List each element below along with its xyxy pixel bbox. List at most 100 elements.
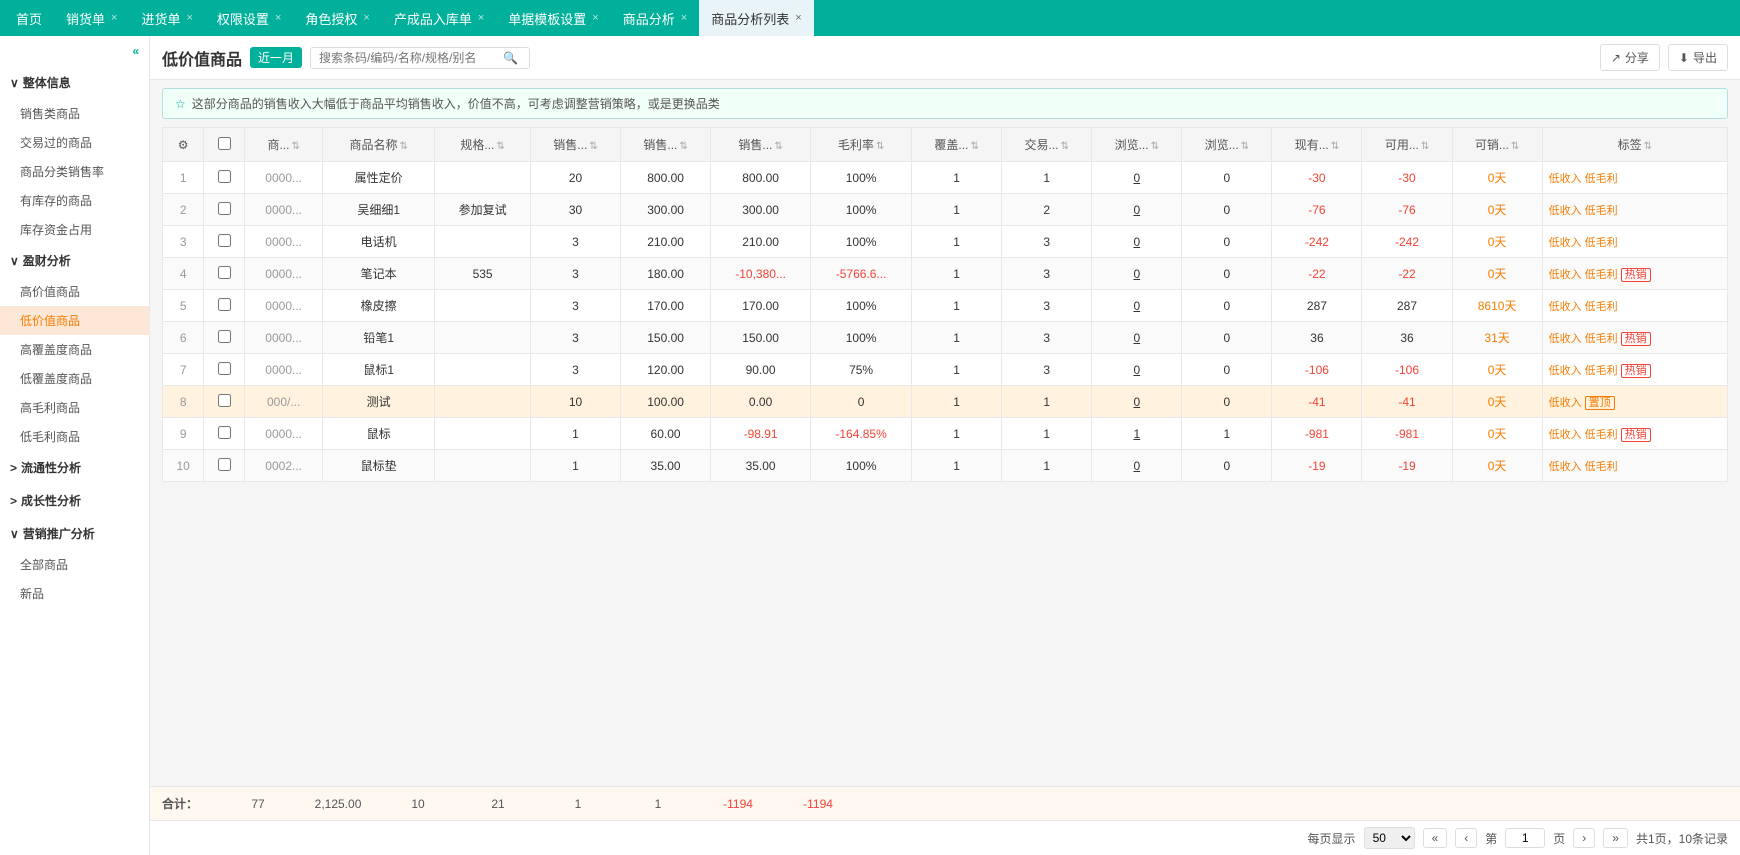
row-checkbox-cell[interactable] (204, 258, 245, 290)
sidebar-item-高价值商品[interactable]: 高价值商品 (0, 277, 149, 306)
views1-link[interactable]: 1 (1133, 427, 1140, 441)
row-checkbox[interactable] (218, 170, 231, 183)
search-input[interactable] (319, 51, 499, 65)
select-all-checkbox[interactable] (218, 137, 231, 150)
sidebar-collapse-btn[interactable]: « (0, 36, 149, 66)
nav-item-进货单[interactable]: 进货单× (129, 0, 204, 36)
views1[interactable]: 0 (1092, 258, 1182, 290)
sidebar-section-流通性分析[interactable]: > 流通性分析 (0, 451, 149, 484)
views1-link[interactable]: 0 (1133, 267, 1140, 281)
row-checkbox-cell[interactable] (204, 226, 245, 258)
row-checkbox-cell[interactable] (204, 322, 245, 354)
nav-item-商品分析[interactable]: 商品分析× (611, 0, 699, 36)
nav-item-角色授权[interactable]: 角色授权× (293, 0, 381, 36)
nav-close-icon[interactable]: × (478, 12, 484, 24)
sidebar-item-低价值商品[interactable]: 低价值商品 (0, 306, 149, 335)
sort-icon-tags[interactable]: ⇅ (1644, 141, 1652, 152)
col-header-saleable_stock[interactable]: 可销...⇅ (1452, 128, 1542, 162)
sidebar-item-高覆盖度商品[interactable]: 高覆盖度商品 (0, 335, 149, 364)
col-header-available_stock[interactable]: 可用...⇅ (1362, 128, 1452, 162)
sidebar-item-新品[interactable]: 新品 (0, 579, 149, 608)
views1-link[interactable]: 0 (1133, 331, 1140, 345)
sort-icon-coverage[interactable]: ⇅ (970, 141, 978, 152)
nav-close-icon[interactable]: × (363, 12, 369, 24)
per-page-select[interactable]: 50 100 (1364, 827, 1415, 849)
col-header-coverage[interactable]: 覆盖...⇅ (912, 128, 1002, 162)
col-header-gross_margin[interactable]: 毛利率⇅ (811, 128, 912, 162)
col-header-views1[interactable]: 浏览...⇅ (1092, 128, 1182, 162)
row-checkbox-cell[interactable] (204, 194, 245, 226)
sort-icon-views2[interactable]: ⇅ (1241, 141, 1249, 152)
nav-close-icon[interactable]: × (681, 12, 687, 24)
nav-close-icon[interactable]: × (275, 12, 281, 24)
page-input[interactable] (1505, 828, 1545, 848)
sidebar-item-有库存的商品[interactable]: 有库存的商品 (0, 186, 149, 215)
nav-close-icon[interactable]: × (592, 12, 598, 24)
views1-link[interactable]: 0 (1133, 171, 1140, 185)
col-header-transactions[interactable]: 交易...⇅ (1002, 128, 1092, 162)
views1-link[interactable]: 0 (1133, 363, 1140, 377)
sidebar-item-商品分类销售率[interactable]: 商品分类销售率 (0, 157, 149, 186)
nav-item-首页[interactable]: 首页 (4, 0, 54, 36)
sidebar-item-低覆盖度商品[interactable]: 低覆盖度商品 (0, 364, 149, 393)
row-checkbox-cell[interactable] (204, 162, 245, 194)
search-icon[interactable]: 🔍 (503, 51, 518, 65)
col-header-current_stock[interactable]: 现有...⇅ (1272, 128, 1362, 162)
sidebar-item-低毛利商品[interactable]: 低毛利商品 (0, 422, 149, 451)
col-header-checkbox[interactable] (204, 128, 245, 162)
sort-icon-code[interactable]: ⇅ (291, 141, 299, 152)
nav-item-商品分析列表[interactable]: 商品分析列表× (699, 0, 813, 36)
views1-link[interactable]: 0 (1133, 459, 1140, 473)
col-header-settings[interactable]: ⚙ (163, 128, 204, 162)
nav-close-icon[interactable]: × (186, 12, 192, 24)
row-checkbox-cell[interactable] (204, 450, 245, 482)
period-badge[interactable]: 近一月 (250, 47, 302, 68)
views1-link[interactable]: 0 (1133, 395, 1140, 409)
views1-link[interactable]: 0 (1133, 235, 1140, 249)
views1[interactable]: 0 (1092, 226, 1182, 258)
first-page-btn[interactable]: « (1423, 828, 1448, 848)
sidebar-section-整体信息[interactable]: ∨ 整体信息 (0, 66, 149, 99)
views1[interactable]: 0 (1092, 322, 1182, 354)
col-header-views2[interactable]: 浏览...⇅ (1182, 128, 1272, 162)
sort-icon-available_stock[interactable]: ⇅ (1421, 141, 1429, 152)
nav-item-产成品入库单[interactable]: 产成品入库单× (382, 0, 496, 36)
row-checkbox[interactable] (218, 202, 231, 215)
sort-icon-saleable_stock[interactable]: ⇅ (1511, 141, 1519, 152)
views1[interactable]: 0 (1092, 194, 1182, 226)
sidebar-item-交易过的商品[interactable]: 交易过的商品 (0, 128, 149, 157)
views1-link[interactable]: 0 (1133, 203, 1140, 217)
row-checkbox[interactable] (218, 330, 231, 343)
sort-icon-name[interactable]: ⇅ (399, 141, 407, 152)
row-checkbox-cell[interactable] (204, 418, 245, 450)
prev-page-btn[interactable]: ‹ (1455, 828, 1477, 848)
views1[interactable]: 1 (1092, 418, 1182, 450)
nav-item-单据模板设置[interactable]: 单据模板设置× (496, 0, 610, 36)
sort-icon-spec[interactable]: ⇅ (496, 141, 504, 152)
views1-link[interactable]: 0 (1133, 299, 1140, 313)
sort-icon-views1[interactable]: ⇅ (1151, 141, 1159, 152)
export-button[interactable]: ⬇ 导出 (1668, 44, 1728, 71)
nav-item-权限设置[interactable]: 权限设置× (205, 0, 293, 36)
row-checkbox[interactable] (218, 426, 231, 439)
last-page-btn[interactable]: » (1603, 828, 1628, 848)
col-header-sales_amount[interactable]: 销售...⇅ (621, 128, 711, 162)
views1[interactable]: 0 (1092, 354, 1182, 386)
row-checkbox[interactable] (218, 458, 231, 471)
col-header-name[interactable]: 商品名称⇅ (323, 128, 435, 162)
views1[interactable]: 0 (1092, 450, 1182, 482)
col-header-sales_cost[interactable]: 销售...⇅ (711, 128, 811, 162)
sort-icon-sales_cost[interactable]: ⇅ (774, 141, 782, 152)
nav-close-icon[interactable]: × (111, 12, 117, 24)
row-checkbox[interactable] (218, 394, 231, 407)
sidebar-item-全部商品[interactable]: 全部商品 (0, 550, 149, 579)
col-header-spec[interactable]: 规格...⇅ (435, 128, 531, 162)
row-checkbox-cell[interactable] (204, 354, 245, 386)
views1[interactable]: 0 (1092, 162, 1182, 194)
sort-icon-sales_amount[interactable]: ⇅ (679, 141, 687, 152)
nav-close-icon[interactable]: × (795, 12, 801, 24)
sidebar-item-库存资金占用[interactable]: 库存资金占用 (0, 215, 149, 244)
views1[interactable]: 0 (1092, 290, 1182, 322)
sidebar-section-营销推广分析[interactable]: ∨ 营销推广分析 (0, 517, 149, 550)
row-checkbox-cell[interactable] (204, 386, 245, 418)
